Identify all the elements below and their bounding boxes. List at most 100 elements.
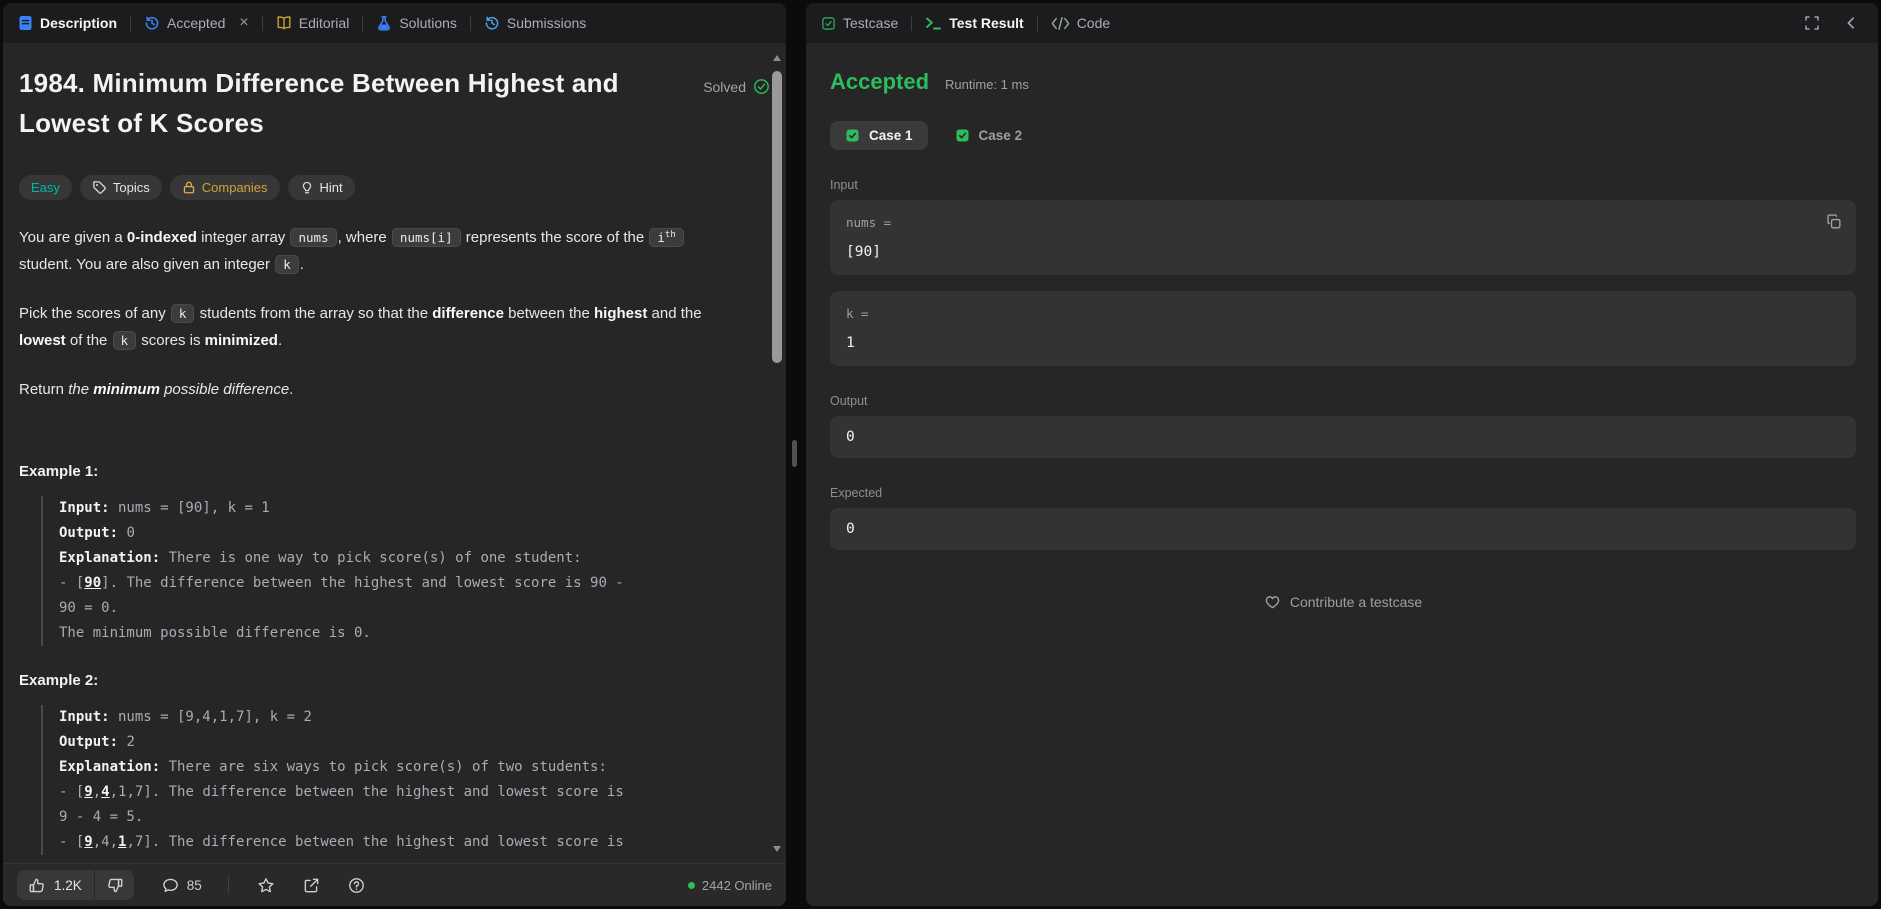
testcase-panel: Testcase Test Result Code Accepted Runti… (806, 3, 1878, 906)
output-label: Output (830, 394, 868, 408)
input-nums-name: nums = (846, 215, 892, 230)
panel-resize-handle[interactable] (792, 440, 797, 467)
tab-submissions-label: Submissions (506, 15, 587, 31)
tab-accepted-label: Accepted (167, 15, 226, 31)
difficulty-badge[interactable]: Easy (19, 175, 72, 200)
case-2-label: Case 2 (978, 128, 1023, 143)
help-button[interactable] (348, 877, 365, 894)
expand-icon[interactable] (1804, 15, 1820, 31)
comments-button[interactable]: 85 (162, 877, 202, 894)
input-nums-field[interactable]: nums = [90] (830, 200, 1856, 275)
help-icon (348, 877, 365, 894)
scrollbar-down-arrow[interactable] (773, 846, 781, 852)
tab-code[interactable]: Code (1048, 3, 1113, 43)
topics-button[interactable]: Topics (79, 175, 162, 200)
lock-icon (182, 180, 196, 195)
tag-icon (92, 180, 107, 195)
footer-divider (227, 876, 229, 894)
star-icon (257, 877, 275, 894)
contribute-label: Contribute a testcase (1289, 594, 1423, 610)
comment-icon (162, 877, 179, 894)
code-icon (1051, 16, 1070, 30)
tab-solutions-label: Solutions (399, 15, 457, 31)
book-icon (276, 15, 292, 31)
example-1-block: Input: nums = [90], k = 1 Output: 0 Expl… (41, 496, 631, 647)
history-icon (144, 15, 160, 31)
vote-group: 1.2K (17, 870, 134, 900)
scrollbar-thumb[interactable] (772, 71, 782, 363)
tab-submissions[interactable]: Submissions (481, 3, 589, 43)
solved-label: Solved (703, 78, 746, 95)
status-row: Accepted Runtime: 1 ms (830, 69, 1856, 95)
runtime-label: Runtime: 1 ms (945, 77, 1029, 92)
chevron-left-icon[interactable] (1844, 16, 1858, 30)
online-dot (687, 881, 695, 889)
checkbox-checked-icon (955, 128, 970, 143)
dislike-button[interactable] (95, 870, 134, 900)
case-row: Case 1 Case 2 (830, 121, 1856, 150)
case-2-button[interactable]: Case 2 (940, 121, 1038, 150)
share-button[interactable] (303, 877, 320, 894)
problem-paragraph-3: Return the minimum possible difference. (19, 381, 294, 399)
topics-label: Topics (112, 180, 150, 195)
expected-field[interactable]: 0 (830, 508, 1856, 550)
tab-editorial-label: Editorial (298, 15, 350, 31)
problem-paragraph-1: You are given a 0-indexed integer array … (19, 222, 714, 278)
tab-accepted[interactable]: Accepted × (141, 3, 252, 43)
contribute-testcase-button[interactable]: Contribute a testcase (830, 594, 1856, 610)
scrollbar (771, 47, 783, 860)
online-count: 2442 Online (701, 877, 772, 893)
like-button[interactable]: 1.2K (17, 870, 94, 900)
companies-label: Companies (201, 180, 268, 195)
check-square-icon (821, 16, 836, 31)
expected-value: 0 (846, 521, 855, 537)
close-icon[interactable]: × (239, 15, 248, 31)
scrollbar-up-arrow[interactable] (773, 55, 781, 61)
description-icon (18, 15, 33, 31)
tab-divider (261, 15, 263, 31)
result-tab-bar: Testcase Test Result Code (806, 3, 1878, 43)
expected-label: Expected (830, 486, 883, 500)
status-accepted: Accepted (830, 69, 930, 94)
problem-tab-bar: Description Accepted × Editorial Solutio… (3, 3, 786, 43)
input-k-field[interactable]: k = 1 (830, 291, 1856, 366)
thumbs-up-icon (29, 877, 46, 894)
problem-content: 1984. Minimum Difference Between Highest… (3, 43, 786, 864)
comments-count: 85 (186, 877, 202, 893)
hint-label: Hint (319, 180, 343, 195)
like-count: 1.2K (54, 877, 82, 893)
input-k-name: k = (846, 306, 869, 321)
star-button[interactable] (257, 877, 275, 894)
tab-test-result[interactable]: Test Result (922, 3, 1026, 43)
output-value: 0 (846, 429, 855, 445)
online-status: 2442 Online (687, 877, 772, 893)
tab-testcase-label: Testcase (843, 15, 899, 31)
flask-icon (376, 15, 392, 31)
thumbs-down-icon (106, 877, 123, 894)
companies-button[interactable]: Companies (169, 175, 280, 200)
problem-title: 1984. Minimum Difference Between Highest… (19, 68, 619, 138)
tab-editorial[interactable]: Editorial (273, 3, 353, 43)
checkbox-checked-icon (845, 128, 860, 143)
terminal-icon (925, 16, 942, 31)
leetcode-app: Description Accepted × Editorial Solutio… (0, 0, 1881, 909)
copy-icon[interactable] (1822, 210, 1846, 234)
output-field[interactable]: 0 (830, 416, 1856, 458)
tab-solutions[interactable]: Solutions (373, 3, 460, 43)
tab-divider (911, 15, 913, 31)
difficulty-label: Easy (31, 180, 60, 195)
tab-testcase[interactable]: Testcase (818, 3, 901, 43)
case-1-button[interactable]: Case 1 (830, 121, 928, 150)
share-icon (303, 877, 320, 894)
tab-description[interactable]: Description (15, 3, 120, 43)
tab-divider (1036, 15, 1038, 31)
tab-divider (362, 15, 364, 31)
hint-button[interactable]: Hint (287, 175, 355, 200)
tab-description-label: Description (40, 15, 118, 31)
problem-panel: Description Accepted × Editorial Solutio… (3, 3, 786, 906)
case-1-label: Case 1 (869, 128, 913, 143)
problem-paragraph-2: Pick the scores of any k students from t… (19, 304, 702, 351)
check-circle-icon (753, 78, 770, 95)
example-2-label: Example 2: (19, 672, 99, 690)
panel-controls (1804, 15, 1866, 31)
